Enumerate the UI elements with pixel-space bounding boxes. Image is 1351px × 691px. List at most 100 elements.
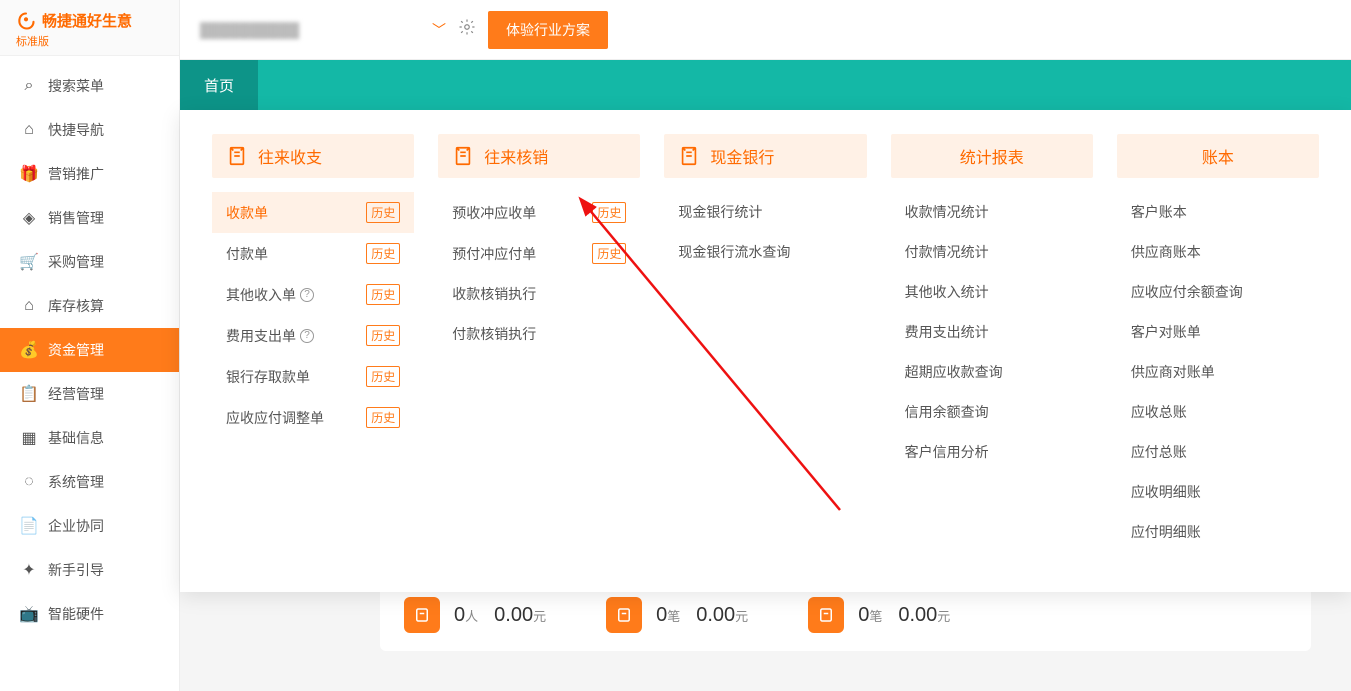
menu-item[interactable]: 应收明细账 <box>1117 472 1319 512</box>
org-name[interactable]: ██████████ <box>200 22 400 38</box>
menu-item-label: 应收总账 <box>1131 402 1187 422</box>
history-tag[interactable]: 历史 <box>366 284 400 305</box>
menu-item[interactable]: 客户账本 <box>1117 192 1319 232</box>
menu-item-label: 其他收入单? <box>226 285 314 305</box>
menu-item[interactable]: 信用余额查询 <box>891 392 1093 432</box>
menu-item-label: 付款情况统计 <box>905 242 989 262</box>
history-tag[interactable]: 历史 <box>366 243 400 264</box>
sidebar-item-label: 企业协同 <box>48 516 104 536</box>
mega-column-title: 往来收支 <box>258 144 322 168</box>
sidebar-item-inventory[interactable]: ⌂库存核算 <box>0 284 179 328</box>
menu-item[interactable]: 客户对账单 <box>1117 312 1319 352</box>
menu-item[interactable]: 现金银行流水查询 <box>664 232 866 272</box>
sidebar-item-system[interactable]: ◌系统管理 <box>0 460 179 504</box>
chevron-down-icon[interactable]: ﹀ <box>432 20 446 40</box>
menu-item[interactable]: 应收应付余额查询 <box>1117 272 1319 312</box>
sidebar-item-quicknav[interactable]: ⌂快捷导航 <box>0 108 179 152</box>
help-icon[interactable]: ? <box>300 288 314 302</box>
sidebar-item-hardware[interactable]: 📺智能硬件 <box>0 592 179 636</box>
menu-item-label: 供应商账本 <box>1131 242 1201 262</box>
sidebar-item-sales[interactable]: ◈销售管理 <box>0 196 179 240</box>
menu-item[interactable]: 应收应付调整单历史 <box>212 397 414 438</box>
menu-item[interactable]: 收款核销执行 <box>438 274 640 314</box>
menu-item-label: 预付冲应付单 <box>452 244 536 264</box>
menu-item[interactable]: 预付冲应付单 历史 <box>438 233 640 274</box>
history-tag[interactable]: 历史 <box>592 243 626 264</box>
menu-item[interactable]: 应付总账 <box>1117 432 1319 472</box>
mega-menu: 往来收支收款单历史付款单历史其他收入单?历史费用支出单?历史银行存取款单历史应收… <box>180 110 1351 592</box>
menu-item-label: 银行存取款单 <box>226 367 310 387</box>
menu-item-label: 应收明细账 <box>1131 482 1201 502</box>
sidebar-item-label: 经营管理 <box>48 384 104 404</box>
menu-item[interactable]: 收款单历史 <box>212 192 414 233</box>
menu-item[interactable]: 预收冲应收单 历史 <box>438 192 640 233</box>
sidebar-item-purchase[interactable]: 🛒 采购管理 <box>0 240 179 284</box>
sidebar-item-guide[interactable]: ✦新手引导 <box>0 548 179 592</box>
history-tag[interactable]: 历史 <box>592 202 626 223</box>
brand-logo-icon <box>16 11 36 31</box>
tab-home[interactable]: 首页 <box>180 60 258 110</box>
stat-amount-unit: 元 <box>937 609 950 624</box>
history-tag[interactable]: 历史 <box>366 407 400 428</box>
stat-amount-unit: 元 <box>735 609 748 624</box>
menu-item[interactable]: 超期应收款查询 <box>891 352 1093 392</box>
cart-icon: 🛒 <box>20 253 38 271</box>
sidebar-item-label: 采购管理 <box>48 252 104 272</box>
menu-item[interactable]: 其他收入统计 <box>891 272 1093 312</box>
stat-count: 0 <box>858 604 869 626</box>
stat-item: 0笔0.00元 <box>606 597 748 633</box>
menu-item-label: 收款情况统计 <box>905 202 989 222</box>
stat-amount: 0.00 <box>898 604 937 626</box>
sidebar-item-label: 智能硬件 <box>48 604 104 624</box>
history-tag[interactable]: 历史 <box>366 202 400 223</box>
sidebar-item-basicinfo[interactable]: ▦基础信息 <box>0 416 179 460</box>
sidebar-item-label: 营销推广 <box>48 164 104 184</box>
loop-icon: ◌ <box>20 473 38 491</box>
sidebar-item-search[interactable]: ⌕搜索菜单 <box>0 64 179 108</box>
menu-item[interactable]: 付款核销执行 <box>438 314 640 354</box>
menu-item[interactable]: 供应商账本 <box>1117 232 1319 272</box>
gear-icon[interactable] <box>458 18 476 41</box>
stat-amount: 0.00 <box>696 604 735 626</box>
menu-item[interactable]: 费用支出单?历史 <box>212 315 414 356</box>
menu-item[interactable]: 现金银行统计 <box>664 192 866 232</box>
menu-item[interactable]: 银行存取款单 历史 <box>212 356 414 397</box>
mega-column-title: 统计报表 <box>960 144 1024 168</box>
menu-item[interactable]: 供应商对账单 <box>1117 352 1319 392</box>
stat-count: 0 <box>454 604 465 626</box>
sidebar-nav: ⌕搜索菜单⌂快捷导航 🎁 营销推广 ◈销售管理 🛒 采购管理 ⌂库存核算💰资金管理📋经营管理… <box>0 56 179 644</box>
sidebar-item-operation[interactable]: 📋经营管理 <box>0 372 179 416</box>
sidebar-item-funds[interactable]: 💰资金管理 <box>0 328 179 372</box>
stat-item: 0笔0.00元 <box>808 597 950 633</box>
document-icon <box>678 145 700 167</box>
menu-item-label: 供应商对账单 <box>1131 362 1215 382</box>
menu-item[interactable]: 其他收入单? 历史 <box>212 274 414 315</box>
mega-column: 统计报表收款情况统计付款情况统计其他收入统计费用支出统计超期应收款查询信用余额查… <box>891 134 1093 552</box>
help-icon[interactable]: ? <box>300 329 314 343</box>
menu-item[interactable]: 付款情况统计 <box>891 232 1093 272</box>
history-tag[interactable]: 历史 <box>366 366 400 387</box>
gift-icon: 🎁 <box>20 165 38 183</box>
mega-column-header: 现金银行 <box>664 134 866 178</box>
menu-item-label: 预收冲应收单 <box>452 203 536 223</box>
mega-column-header: 统计报表 <box>891 134 1093 178</box>
sidebar-item-collab[interactable]: 📄企业协同 <box>0 504 179 548</box>
sidebar-item-marketing[interactable]: 🎁 营销推广 <box>0 152 179 196</box>
menu-item[interactable]: 费用支出统计 <box>891 312 1093 352</box>
menu-item-label: 信用余额查询 <box>905 402 989 422</box>
money-icon: 💰 <box>20 341 38 359</box>
menu-item[interactable]: 付款单历史 <box>212 233 414 274</box>
mega-column-header: 账本 <box>1117 134 1319 178</box>
menu-item[interactable]: 收款情况统计 <box>891 192 1093 232</box>
cta-button[interactable]: 体验行业方案 <box>488 11 608 49</box>
stat-icon <box>404 597 440 633</box>
stat-amount: 0.00 <box>494 604 533 626</box>
menu-item-label: 其他收入统计 <box>905 282 989 302</box>
menu-item[interactable]: 客户信用分析 <box>891 432 1093 472</box>
document-icon <box>226 145 248 167</box>
menu-item[interactable]: 应付明细账 <box>1117 512 1319 552</box>
history-tag[interactable]: 历史 <box>366 325 400 346</box>
house-icon: ⌂ <box>20 297 38 315</box>
menu-item[interactable]: 应收总账 <box>1117 392 1319 432</box>
stat-count: 0 <box>656 604 667 626</box>
